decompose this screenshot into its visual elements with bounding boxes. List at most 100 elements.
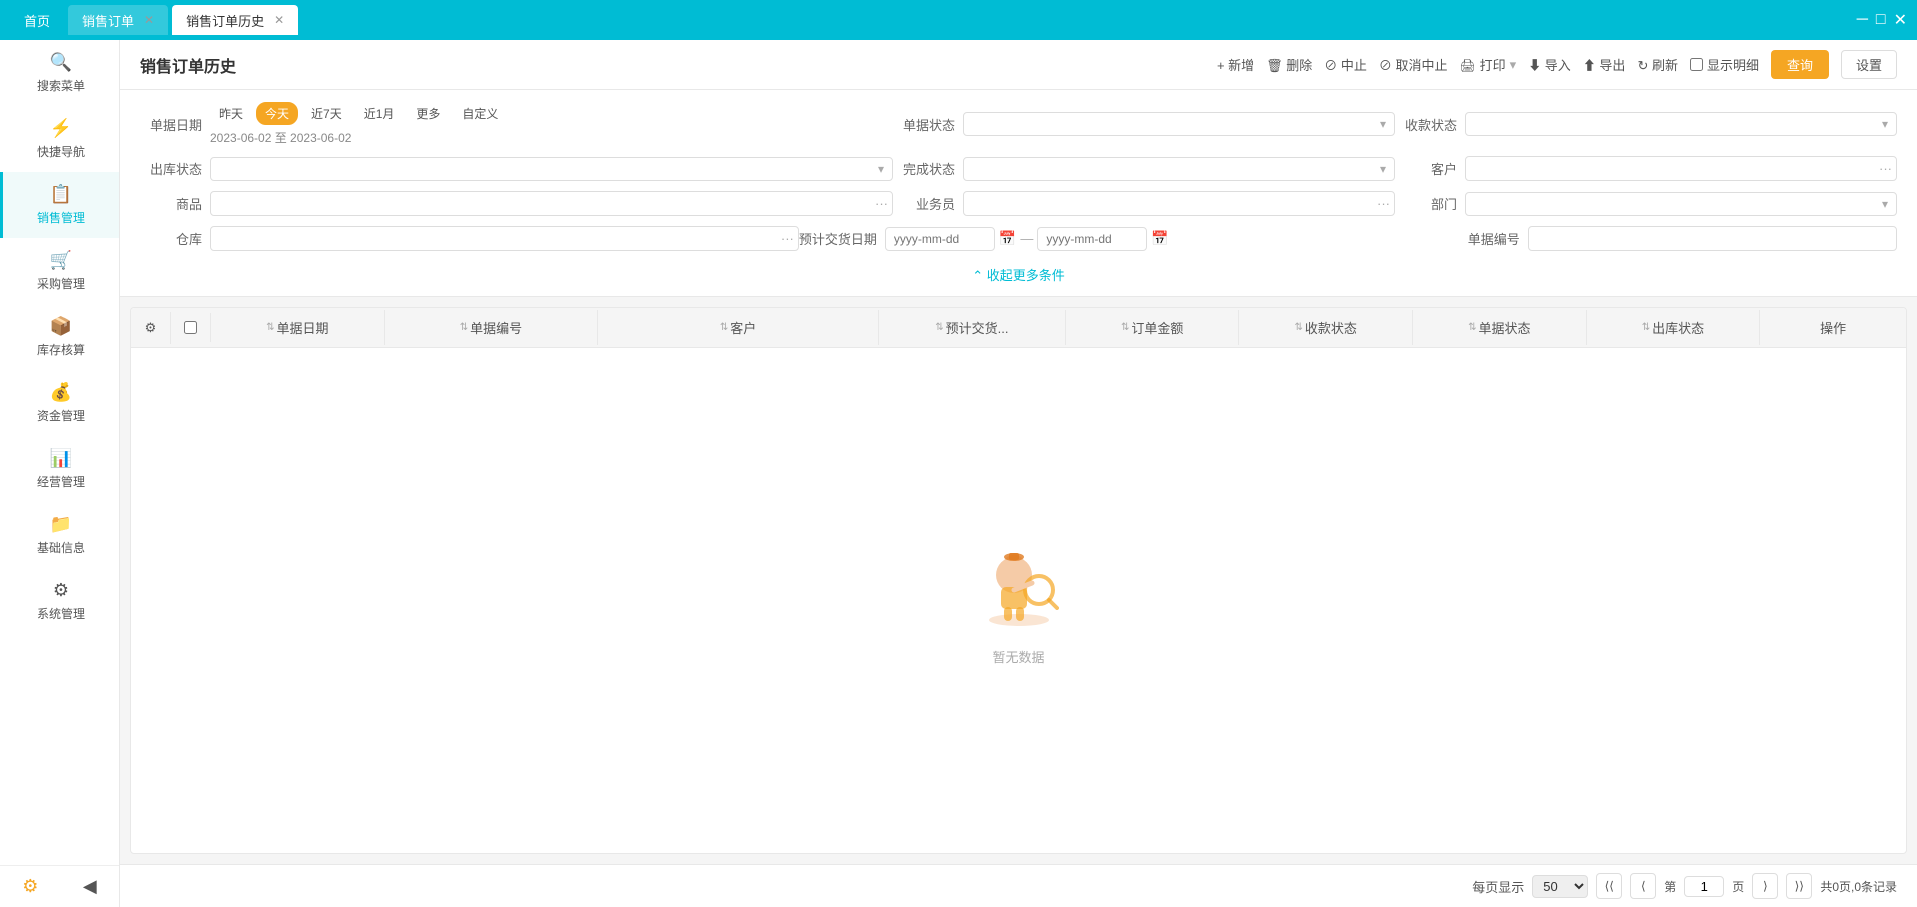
date-btn-7days[interactable]: 近7天 <box>302 102 351 125</box>
sidebar-item-basic-info-label: 基础信息 <box>37 539 85 556</box>
sidebar-item-capital-mgmt[interactable]: 💰 资金管理 <box>0 370 119 436</box>
page-go-label: 第 <box>1664 878 1676 895</box>
date-btn-custom[interactable]: 自定义 <box>453 102 507 125</box>
cancel-stop-button[interactable]: ⊘ 取消中止 <box>1379 55 1448 74</box>
payment-status-arrow: ▾ <box>1882 117 1888 131</box>
delivery-date-start-cal-icon[interactable]: 📅 <box>999 230 1016 247</box>
delete-button[interactable]: 🗑 删除 <box>1266 55 1312 74</box>
settings-button[interactable]: 设置 <box>1841 50 1897 79</box>
import-button[interactable]: ⬇ 导入 <box>1528 55 1571 74</box>
sidebar-item-inventory-calc[interactable]: 📦 库存核算 <box>0 304 119 370</box>
page-number-input[interactable] <box>1684 876 1724 897</box>
table-header: ⚙ ⇅ 单据日期 ⇅ 单据编号 ⇅ 客户 ⇅ <box>131 308 1906 348</box>
sidebar-item-purchase-mgmt[interactable]: 🛒 采购管理 <box>0 238 119 304</box>
settings-col-icon: ⚙ <box>145 320 157 336</box>
window-controls: ─ □ ✕ <box>1857 10 1907 30</box>
sidebar-item-sales-mgmt[interactable]: 📋 销售管理 <box>0 172 119 238</box>
delivery-date-start[interactable] <box>885 227 995 251</box>
th-delivery-label: 预计交货... <box>946 318 1009 337</box>
page-size-select[interactable]: 10 20 50 100 <box>1532 875 1588 898</box>
product-dots[interactable]: ··· <box>871 196 892 211</box>
first-page-btn[interactable]: ⟨⟨ <box>1596 873 1622 899</box>
th-customer[interactable]: ⇅ 客户 <box>598 310 879 345</box>
next-page-btn[interactable]: ⟩ <box>1752 873 1778 899</box>
total-info: 共0页,0条记录 <box>1820 878 1897 895</box>
refresh-button[interactable]: ↻ 刷新 <box>1637 55 1678 74</box>
filter-department: 部门 ▾ <box>1395 192 1897 216</box>
sidebar-item-search-menu[interactable]: 🔍 搜索菜单 <box>0 40 119 106</box>
sidebar-item-basic-info[interactable]: 📁 基础信息 <box>0 502 119 568</box>
th-settings[interactable]: ⚙ <box>131 312 171 344</box>
filter-salesperson: 业务员 ··· <box>893 191 1395 216</box>
sidebar-item-ops-mgmt[interactable]: 📊 经营管理 <box>0 436 119 502</box>
collapse-more-btn[interactable]: ⌃ 收起更多条件 <box>140 261 1897 284</box>
th-payment-status[interactable]: ⇅ 收款状态 <box>1239 310 1413 345</box>
th-amount[interactable]: ⇅ 订单金额 <box>1066 310 1240 345</box>
tab-sales-order-close[interactable]: ✕ <box>144 13 154 27</box>
th-status-label: 单据状态 <box>1479 318 1531 337</box>
date-btn-today[interactable]: 今天 <box>256 102 298 125</box>
customer-dots[interactable]: ··· <box>1875 161 1896 176</box>
sort-icon-order: ⇅ <box>460 322 468 333</box>
prev-page-btn[interactable]: ⟨ <box>1630 873 1656 899</box>
warehouse-input[interactable] <box>211 227 777 250</box>
payment-status-select[interactable]: ▾ <box>1465 112 1897 136</box>
print-button[interactable]: 🖨 打印 ▾ <box>1460 55 1517 74</box>
sidebar-item-quick-nav[interactable]: ⚡ 快捷导航 <box>0 106 119 172</box>
select-all-checkbox[interactable] <box>184 321 197 334</box>
sidebar-item-capital-mgmt-label: 资金管理 <box>37 407 85 424</box>
query-button[interactable]: 查询 <box>1771 50 1829 79</box>
sidebar-item-ops-mgmt-label: 经营管理 <box>37 473 85 490</box>
filter-area: 单据日期 昨天 今天 近7天 近1月 更多 自定义 2023-06-02 至 2… <box>120 90 1917 297</box>
settings-button-label: 设置 <box>1856 55 1882 74</box>
th-delivery-date[interactable]: ⇅ 预计交货... <box>879 310 1066 345</box>
minimize-icon[interactable]: ─ <box>1857 11 1868 29</box>
sidebar-settings-icon[interactable]: ⚙ <box>22 876 38 897</box>
print-dropdown-icon: ▾ <box>1510 57 1517 73</box>
last-page-btn[interactable]: ⟩⟩ <box>1786 873 1812 899</box>
sys-mgmt-icon: ⚙ <box>53 580 69 601</box>
export-button-label: ⬆ 导出 <box>1583 55 1626 74</box>
sidebar-item-sys-mgmt[interactable]: ⚙ 系统管理 <box>0 568 119 634</box>
delivery-date-end[interactable] <box>1037 227 1147 251</box>
new-button[interactable]: + 新增 <box>1217 55 1254 74</box>
th-date[interactable]: ⇅ 单据日期 <box>211 310 385 345</box>
salesperson-label: 业务员 <box>893 194 963 213</box>
salesperson-dots[interactable]: ··· <box>1373 196 1394 211</box>
date-btn-yesterday[interactable]: 昨天 <box>210 102 252 125</box>
th-action: 操作 <box>1760 310 1906 345</box>
th-customer-label: 客户 <box>730 318 756 337</box>
completion-status-select[interactable]: ▾ <box>963 157 1395 181</box>
tab-sales-order[interactable]: 销售订单 ✕ <box>68 5 168 35</box>
document-status-select[interactable]: ▾ <box>963 112 1395 136</box>
th-outbound-label: 出库状态 <box>1652 318 1704 337</box>
tab-sales-order-history[interactable]: 销售订单历史 ✕ <box>172 5 298 35</box>
sidebar-item-search-menu-label: 搜索菜单 <box>37 77 85 94</box>
warehouse-dots[interactable]: ··· <box>777 231 798 246</box>
th-doc-status[interactable]: ⇅ 单据状态 <box>1413 310 1587 345</box>
th-checkbox[interactable] <box>171 313 211 342</box>
maximize-icon[interactable]: □ <box>1876 11 1886 29</box>
th-order-no[interactable]: ⇅ 单据编号 <box>385 310 599 345</box>
product-input[interactable] <box>211 192 871 215</box>
display-detail-checkbox[interactable]: 显示明细 <box>1690 55 1759 74</box>
date-btn-1month[interactable]: 近1月 <box>355 102 404 125</box>
close-icon[interactable]: ✕ <box>1894 10 1907 30</box>
th-outbound-status[interactable]: ⇅ 出库状态 <box>1587 310 1761 345</box>
filter-row-4: 仓库 ··· 预计交货日期 📅 — 📅 <box>140 226 1897 251</box>
stop-button[interactable]: ⊘ 中止 <box>1324 55 1367 74</box>
tab-sales-order-history-close[interactable]: ✕ <box>274 13 284 27</box>
sort-icon-amount: ⇅ <box>1121 322 1129 333</box>
delivery-date-end-cal-icon[interactable]: 📅 <box>1151 230 1168 247</box>
outbound-status-arrow: ▾ <box>878 162 884 176</box>
department-select[interactable]: ▾ <box>1465 192 1897 216</box>
customer-input[interactable] <box>1466 157 1875 180</box>
display-detail-input[interactable] <box>1690 58 1703 71</box>
date-btn-more[interactable]: 更多 <box>407 102 449 125</box>
export-button[interactable]: ⬆ 导出 <box>1583 55 1626 74</box>
salesperson-input[interactable] <box>964 192 1373 215</box>
tab-home[interactable]: 首页 <box>10 5 64 35</box>
sidebar-collapse-icon[interactable]: ◀ <box>83 876 97 897</box>
document-number-input[interactable] <box>1528 226 1897 251</box>
outbound-status-select[interactable]: ▾ <box>210 157 893 181</box>
